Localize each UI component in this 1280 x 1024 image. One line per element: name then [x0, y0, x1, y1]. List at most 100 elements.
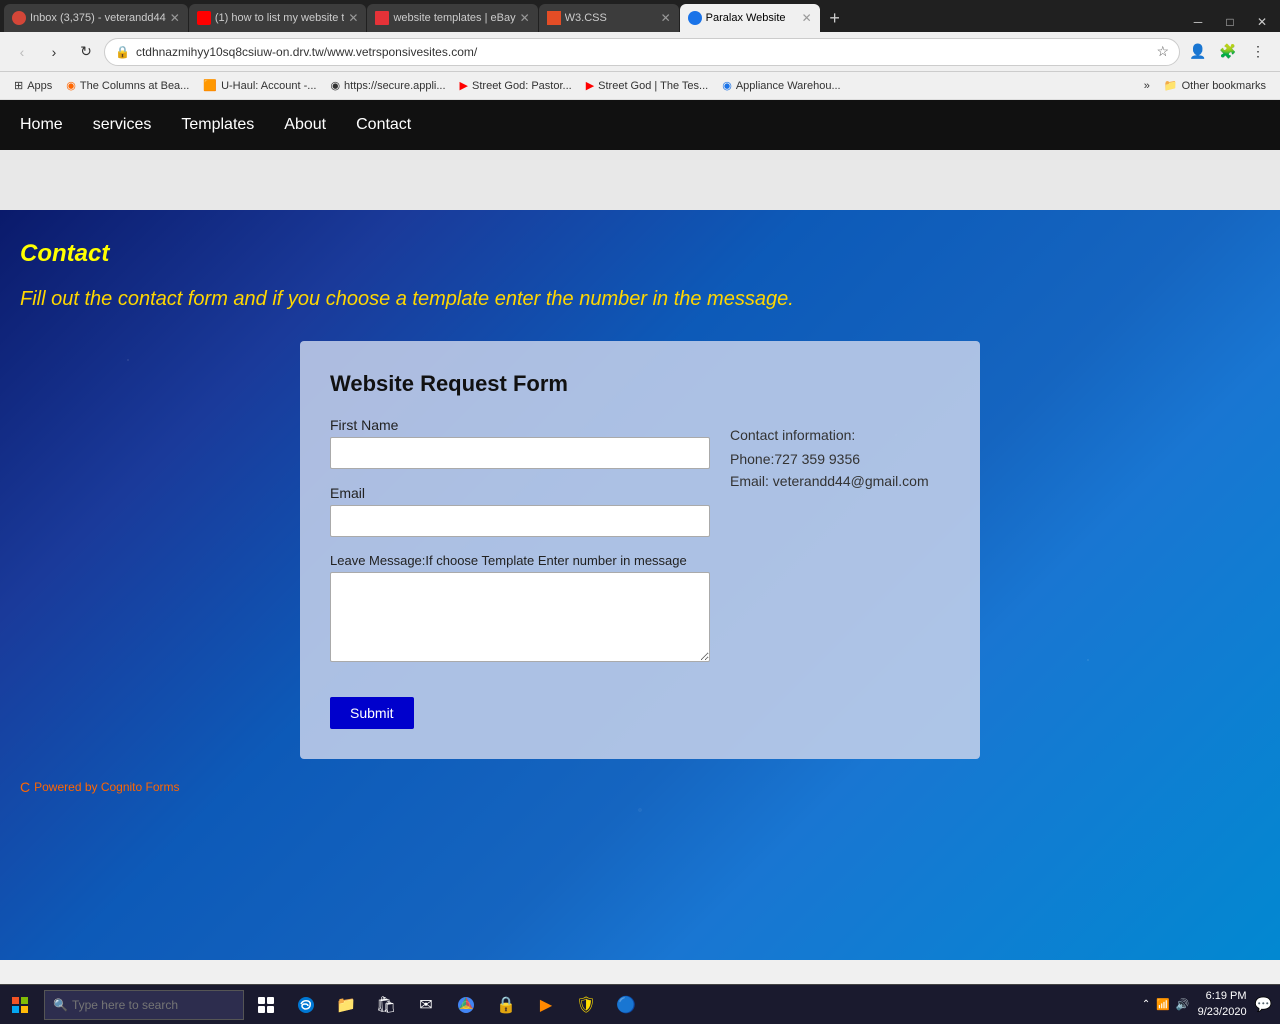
search-icon: 🔍 [53, 998, 68, 1012]
task-view-icon [258, 997, 274, 1013]
taskbar-search-box[interactable]: 🔍 [44, 990, 244, 1020]
google-chrome-icon [457, 996, 475, 1014]
system-tray-icons: ⌃ 📶 🔊 [1142, 998, 1190, 1011]
nav-home[interactable]: Home [20, 116, 63, 134]
nav-contact[interactable]: Contact [356, 116, 411, 134]
store-icon[interactable]: 🛍 [368, 987, 404, 1023]
bookmark-columns[interactable]: ◉ The Columns at Bea... [60, 75, 195, 97]
bookmarks-more-button[interactable]: » [1138, 75, 1156, 97]
task-view-button[interactable] [248, 987, 284, 1023]
vlc-icon[interactable]: ▶ [528, 987, 564, 1023]
bookmark-appliance[interactable]: ◉ Appliance Warehou... [716, 75, 846, 97]
tab-5-favicon [688, 11, 702, 25]
tab-3-label: website templates | eBay [393, 12, 515, 24]
file-explorer-icon[interactable]: 📁 [328, 987, 364, 1023]
back-button[interactable]: ‹ [8, 38, 36, 66]
bookmark-star-icon[interactable]: ☆ [1156, 43, 1169, 60]
tab-3-close[interactable]: ✕ [520, 11, 530, 25]
chrome-icon[interactable] [448, 987, 484, 1023]
tray-up-arrow[interactable]: ⌃ [1142, 999, 1150, 1010]
edge-browser-icon [297, 996, 315, 1014]
bookmark-street-god-2-label: Street God | The Tes... [598, 80, 708, 92]
cognito-icon: C [20, 779, 30, 795]
bookmark-columns-label: The Columns at Bea... [80, 80, 189, 92]
contact-info-email: Email: veterandd44@gmail.com [730, 473, 950, 489]
tab-1-close[interactable]: ✕ [170, 11, 180, 25]
vpn-icon[interactable]: 🔒 [488, 987, 524, 1023]
tab-5-close[interactable]: ✕ [802, 11, 812, 25]
tab-2[interactable]: (1) how to list my website t ✕ [189, 4, 367, 32]
tab-4-close[interactable]: ✕ [661, 11, 671, 25]
new-tab-button[interactable]: + [821, 4, 849, 32]
message-label: Leave Message:If choose Template Enter n… [330, 553, 710, 568]
contact-subtitle: Fill out the contact form and if you cho… [20, 288, 1260, 311]
message-textarea[interactable] [330, 572, 710, 662]
bookmark-street-god-1-favicon: ▶ [460, 79, 468, 92]
tab-2-close[interactable]: ✕ [348, 11, 358, 25]
nav-templates[interactable]: Templates [181, 116, 254, 134]
app9-icon[interactable]: 🔵 [608, 987, 644, 1023]
first-name-input[interactable] [330, 437, 710, 469]
contact-info-phone: Phone:727 359 9356 [730, 451, 950, 467]
browser-window: Inbox (3,375) - veterandd44 ✕ (1) how to… [0, 0, 1280, 984]
tab-1[interactable]: Inbox (3,375) - veterandd44 ✕ [4, 4, 188, 32]
antivirus-icon[interactable]: 🛡 [568, 987, 604, 1023]
clock-display[interactable]: 6:19 PM 9/23/2020 [1198, 989, 1247, 1020]
tab-5-label: Paralax Website [706, 12, 786, 24]
footer-powered: C Powered by Cognito Forms [20, 779, 1260, 795]
taskbar-right-area: ⌃ 📶 🔊 6:19 PM 9/23/2020 💬 [1142, 989, 1280, 1020]
tab-3[interactable]: website templates | eBay ✕ [367, 4, 537, 32]
bookmark-apps[interactable]: ⊞ Apps [8, 75, 58, 97]
message-field: Leave Message:If choose Template Enter n… [330, 553, 710, 667]
powered-by-text: C Powered by Cognito Forms [20, 779, 1260, 795]
start-button[interactable] [0, 985, 40, 1024]
notification-icon[interactable]: 💬 [1255, 996, 1272, 1013]
taskbar: 🔍 📁 🛍 ✉ [0, 984, 1280, 1024]
bookmark-street-god-2[interactable]: ▶ Street God | The Tes... [580, 75, 715, 97]
minimize-button[interactable]: ─ [1184, 12, 1212, 32]
window-controls: ─ □ ✕ [1184, 12, 1276, 32]
other-bookmarks-button[interactable]: 📁 Other bookmarks [1158, 75, 1272, 97]
address-bar[interactable]: 🔒 ctdhnazmihyy10sq8csiuw-on.drv.tw/www.v… [104, 38, 1180, 66]
bookmark-secure[interactable]: ◉ https://secure.appli... [324, 75, 451, 97]
bookmark-apps-favicon: ⊞ [14, 79, 23, 92]
form-title: Website Request Form [330, 371, 950, 397]
edge-icon[interactable] [288, 987, 324, 1023]
forward-button[interactable]: › [40, 38, 68, 66]
tab-1-label: Inbox (3,375) - veterandd44 [30, 12, 166, 24]
bookmark-uhaul-favicon: 🟧 [203, 79, 217, 92]
extension-icon[interactable]: 🧩 [1214, 38, 1242, 66]
email-input[interactable] [330, 505, 710, 537]
tab-2-favicon [197, 11, 211, 25]
bookmark-uhaul[interactable]: 🟧 U-Haul: Account -... [197, 75, 322, 97]
first-name-field: First Name [330, 417, 710, 469]
tab-4[interactable]: W3.CSS ✕ [539, 4, 679, 32]
tab-2-label: (1) how to list my website t [215, 12, 345, 24]
form-layout: First Name Email Leave Message:If choose… [330, 417, 950, 729]
tray-network-icon[interactable]: 📶 [1156, 998, 1170, 1011]
tab-5[interactable]: Paralax Website ✕ [680, 4, 820, 32]
bookmark-columns-favicon: ◉ [66, 79, 76, 92]
tray-volume-icon[interactable]: 🔊 [1176, 998, 1190, 1011]
contact-info-heading: Contact information: [730, 427, 950, 443]
refresh-button[interactable]: ↻ [72, 38, 100, 66]
submit-button[interactable]: Submit [330, 697, 414, 729]
profile-icon[interactable]: 👤 [1184, 38, 1212, 66]
bookmark-secure-favicon: ◉ [330, 79, 340, 92]
site-navigation: Home services Templates About Contact [0, 100, 1280, 150]
form-right-column: Contact information: Phone:727 359 9356 … [730, 417, 950, 729]
bookmark-appliance-favicon: ◉ [722, 79, 732, 92]
nav-services[interactable]: services [93, 116, 152, 134]
bookmark-street-god-2-favicon: ▶ [586, 79, 594, 92]
settings-icon[interactable]: ⋮ [1244, 38, 1272, 66]
bookmark-apps-label: Apps [27, 80, 52, 92]
maximize-button[interactable]: □ [1216, 12, 1244, 32]
time-display: 6:19 PM [1198, 989, 1247, 1004]
bookmarks-bar: ⊞ Apps ◉ The Columns at Bea... 🟧 U-Haul:… [0, 72, 1280, 100]
taskbar-search-input[interactable] [72, 998, 232, 1012]
tab-3-favicon [375, 11, 389, 25]
nav-about[interactable]: About [284, 116, 326, 134]
mail-icon[interactable]: ✉ [408, 987, 444, 1023]
bookmark-street-god-1[interactable]: ▶ Street God: Pastor... [454, 75, 578, 97]
close-button[interactable]: ✕ [1248, 12, 1276, 32]
